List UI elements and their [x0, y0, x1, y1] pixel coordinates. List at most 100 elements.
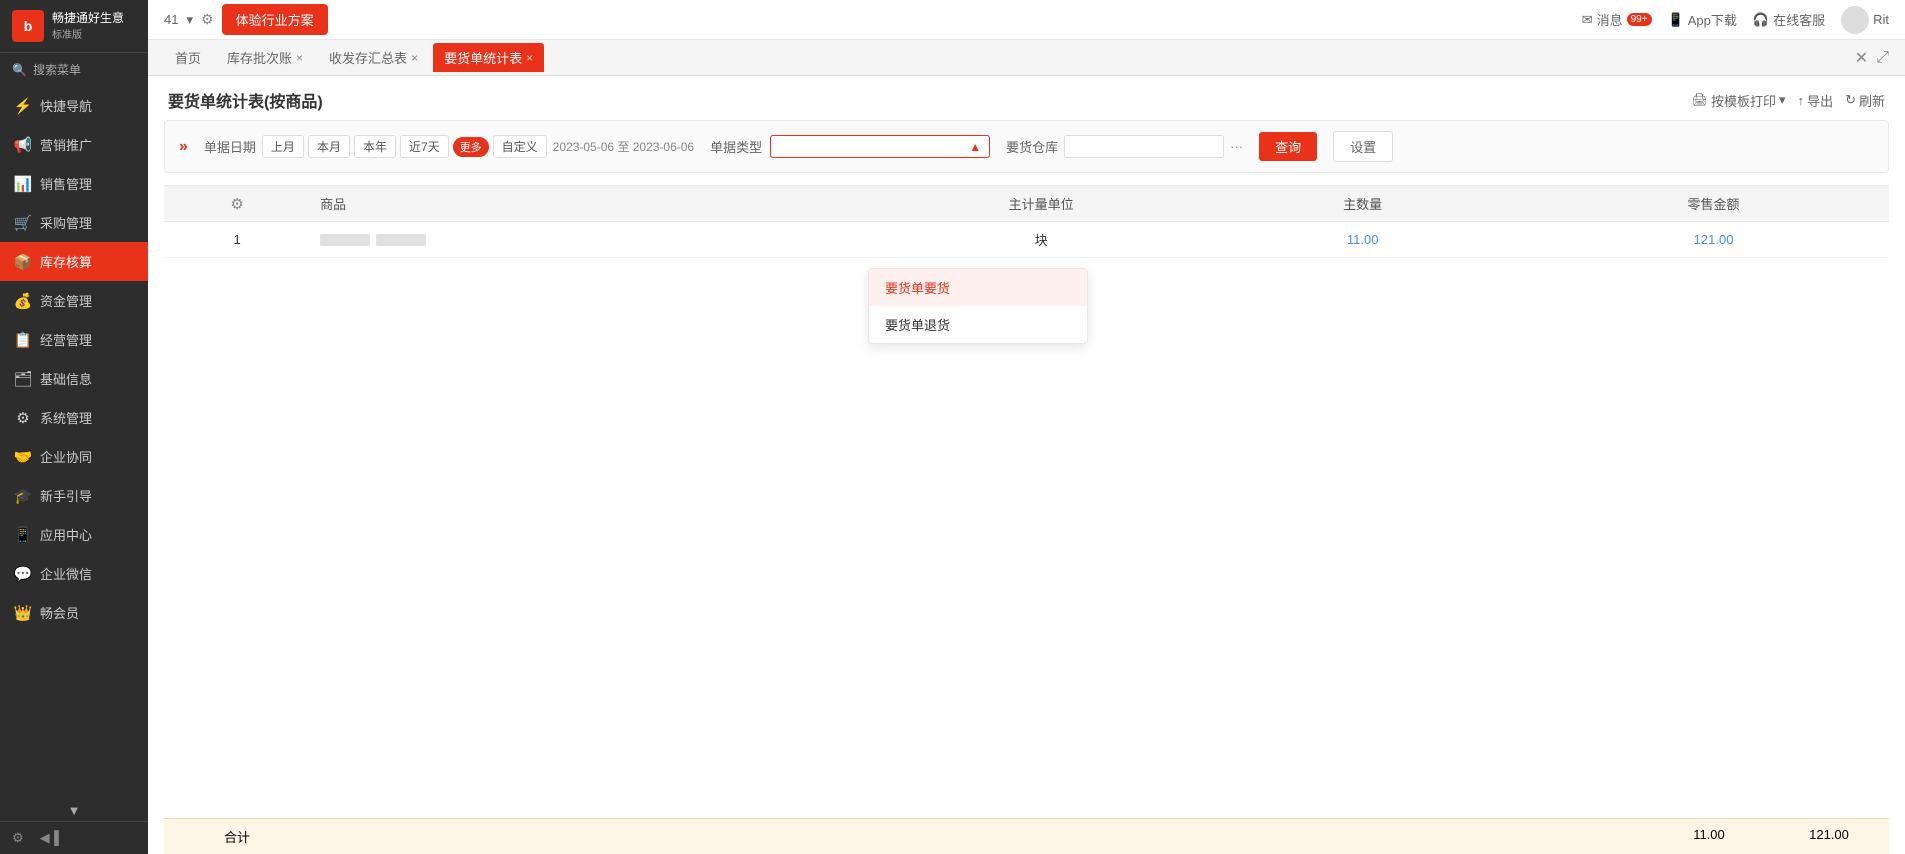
sidebar-item-label: 采购管理 [40, 213, 92, 232]
footer-qty: 11.00 [1649, 827, 1769, 846]
tab-batch[interactable]: 库存批次账 × [216, 43, 314, 72]
sidebar-item-operation[interactable]: 📋 经营管理 [0, 320, 148, 359]
table-area: ⚙ 商品 主计量单位 主数量 零售金额 [148, 185, 1905, 258]
type-label: 单据类型 [710, 137, 762, 156]
industry-btn[interactable]: 体验行业方案 [222, 4, 328, 35]
finance-icon: 💰 [14, 292, 32, 310]
basic-icon: 🗂 [14, 370, 32, 388]
sidebar-scroll-down[interactable]: ▼ [0, 800, 148, 821]
type-dropdown: 要货单要货 要货单退货 [868, 268, 1088, 344]
sidebar-item-basic[interactable]: 🗂 基础信息 [0, 359, 148, 398]
app-download-btn[interactable]: 📱 App下载 [1668, 10, 1737, 29]
tab-batch-close[interactable]: × [296, 51, 303, 65]
page-title: 要货单统计表(按商品) [168, 88, 323, 112]
guide-icon: 🎓 [14, 487, 32, 505]
dropdown-item-requisition[interactable]: 要货单要货 [869, 269, 1087, 306]
product-placeholder-1 [320, 234, 370, 246]
sidebar-item-label: 系统管理 [40, 408, 92, 427]
row-product [310, 222, 895, 258]
dropdown-item-return[interactable]: 要货单退货 [869, 306, 1087, 343]
sidebar-item-label: 营销推广 [40, 135, 92, 154]
date-btn-7days[interactable]: 近7天 [400, 135, 449, 158]
sidebar-item-collab[interactable]: 🤝 企业协同 [0, 437, 148, 476]
date-btn-this-month[interactable]: 本月 [308, 135, 350, 158]
sidebar-search[interactable]: 🔍 搜索菜单 [0, 53, 148, 86]
sidebar-item-member[interactable]: 👑 畅会员 [0, 593, 148, 632]
row-qty: 11.00 [1187, 222, 1538, 258]
warehouse-label: 要货仓库 [1006, 137, 1058, 156]
query-btn[interactable]: 查询 [1259, 132, 1317, 161]
date-btn-last-month[interactable]: 上月 [262, 135, 304, 158]
sidebar-item-guide[interactable]: 🎓 新手引导 [0, 476, 148, 515]
page-header: 要货单统计表(按商品) 🖨 按模板打印 ▾ ↑ 导出 ↻ 刷新 [148, 76, 1905, 120]
download-icon: 📱 [1668, 12, 1684, 28]
sidebar-item-label: 企业协同 [40, 447, 92, 466]
user-name: Rit [1873, 12, 1889, 27]
sidebar-item-inventory[interactable]: 📦 库存核算 [0, 242, 148, 281]
print-btn[interactable]: 🖨 按模板打印 ▾ [1692, 91, 1786, 110]
date-range: 2023-05-06 至 2023-06-06 [553, 138, 694, 155]
col-header-settings[interactable]: ⚙ [164, 186, 310, 222]
topbar-gear-icon[interactable]: ⚙ [201, 11, 214, 28]
settings-btn[interactable]: 设置 [1333, 131, 1393, 162]
footer-amount: 121.00 [1769, 827, 1889, 846]
refresh-btn[interactable]: ↻ 刷新 [1845, 91, 1885, 110]
collab-icon: 🤝 [14, 448, 32, 466]
avatar-img [1841, 6, 1869, 34]
app-sub: 标准版 [52, 26, 124, 41]
tab-receivable[interactable]: 收发存汇总表 × [318, 43, 429, 72]
refresh-icon: ↻ [1845, 92, 1856, 108]
sidebar-item-wechat[interactable]: 💬 企业微信 [0, 554, 148, 593]
support-btn[interactable]: 🎧 在线客服 [1753, 10, 1825, 29]
amount-link[interactable]: 121.00 [1694, 232, 1734, 247]
sidebar-item-quicknav[interactable]: ⚡ 快捷导航 [0, 86, 148, 125]
table-header-row: ⚙ 商品 主计量单位 主数量 零售金额 [164, 186, 1889, 222]
sidebar-item-sales[interactable]: 📊 销售管理 [0, 164, 148, 203]
topbar-dropdown[interactable]: ▾ [186, 12, 193, 28]
tab-requisition-label: 要货单统计表 [444, 48, 522, 67]
menu-toggle-icon[interactable]: ◀▐ [40, 830, 59, 846]
sidebar-item-system[interactable]: ⚙ 系统管理 [0, 398, 148, 437]
support-label: 在线客服 [1773, 10, 1825, 29]
tab-requisition[interactable]: 要货单统计表 × [433, 43, 544, 72]
tab-expand-btn[interactable]: ⤢ [1876, 48, 1889, 68]
tab-requisition-close[interactable]: × [526, 51, 533, 65]
sidebar-item-label: 库存核算 [40, 252, 92, 271]
type-select[interactable]: ▲ [770, 135, 990, 158]
filter-toggle-btn[interactable]: » [179, 138, 188, 156]
tab-close-all-btn[interactable]: ✕ [1855, 48, 1868, 68]
warehouse-select[interactable] [1064, 135, 1224, 158]
messages-btn[interactable]: ✉ 消息 99+ [1582, 10, 1652, 29]
tab-home-label: 首页 [175, 48, 201, 67]
sidebar-item-marketing[interactable]: 📢 营销推广 [0, 125, 148, 164]
marketing-icon: 📢 [14, 136, 32, 154]
sidebar-item-finance[interactable]: 💰 资金管理 [0, 281, 148, 320]
sidebar-item-purchase[interactable]: 🛒 采购管理 [0, 203, 148, 242]
sidebar-item-apps[interactable]: 📱 应用中心 [0, 515, 148, 554]
tab-receivable-label: 收发存汇总表 [329, 48, 407, 67]
app-download-label: App下载 [1688, 10, 1737, 29]
quicknav-icon: ⚡ [14, 97, 32, 115]
topbar-number: 41 [164, 12, 178, 27]
date-label: 单据日期 [204, 137, 256, 156]
tab-home[interactable]: 首页 [164, 43, 212, 72]
date-btn-this-year[interactable]: 本年 [354, 135, 396, 158]
sidebar-item-label: 应用中心 [40, 525, 92, 544]
filter-more-icon[interactable]: ··· [1230, 139, 1243, 154]
date-btn-custom[interactable]: 自定义 [493, 135, 547, 158]
sidebar-item-label: 资金管理 [40, 291, 92, 310]
export-btn[interactable]: ↑ 导出 [1798, 91, 1834, 110]
chevron-down-icon: ▾ [186, 12, 193, 28]
settings-icon[interactable]: ⚙ [12, 830, 24, 846]
message-badge: 99+ [1627, 13, 1652, 26]
topbar: 41 ▾ ⚙ 体验行业方案 ✉ 消息 99+ 📱 App下载 🎧 在线客服 [148, 0, 1905, 40]
chevron-up-icon: ▲ [969, 140, 981, 154]
user-avatar[interactable]: Rit [1841, 6, 1889, 34]
tab-receivable-close[interactable]: × [411, 51, 418, 65]
column-settings-icon[interactable]: ⚙ [230, 196, 243, 213]
row-unit: 块 [895, 222, 1187, 258]
page-content: 要货单统计表(按商品) 🖨 按模板打印 ▾ ↑ 导出 ↻ 刷新 » [148, 76, 1905, 854]
date-btn-more[interactable]: 更多 [453, 137, 489, 157]
col-header-amount: 零售金额 [1538, 186, 1889, 222]
qty-link[interactable]: 11.00 [1347, 232, 1379, 247]
